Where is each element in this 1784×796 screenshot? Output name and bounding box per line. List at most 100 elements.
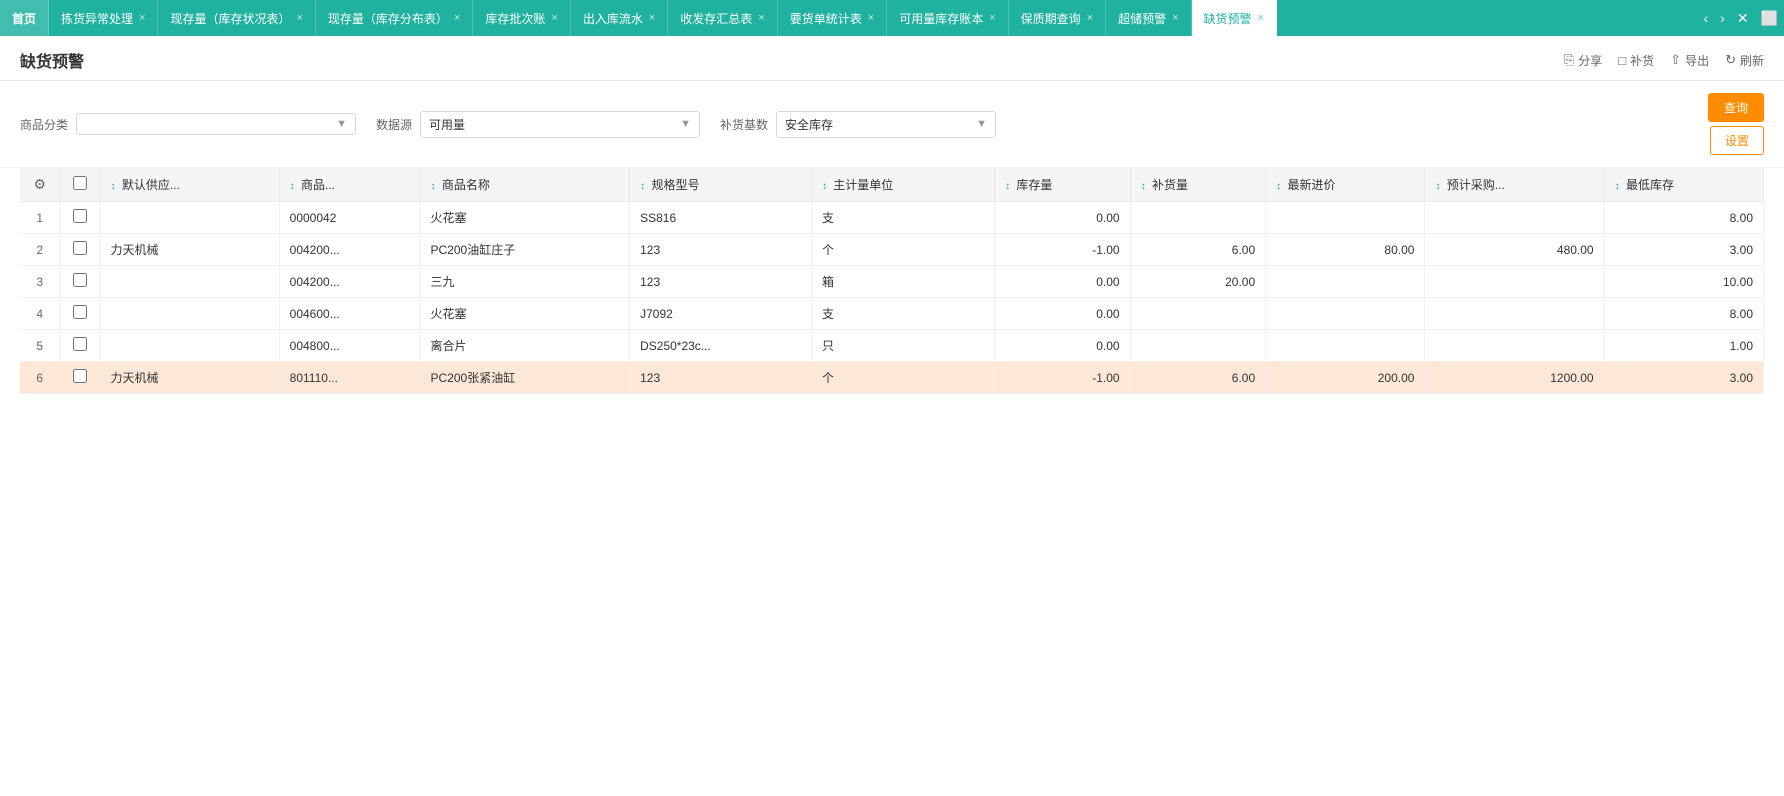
main-content: 缺货预警 ⎘ 分享 □ 补货 ⇧ 导出 ↻ 刷新 商品分类 [0, 36, 1784, 796]
tab-close-all-btn[interactable]: ✕ [1731, 0, 1755, 36]
category-select[interactable]: ▼ [76, 113, 356, 135]
row-checkbox[interactable] [73, 305, 87, 319]
col-product-name[interactable]: ↕ 商品名称 [420, 168, 630, 202]
replenish-base-select[interactable]: 安全库存 ▼ [776, 111, 996, 138]
tab-close-stock-dist[interactable]: × [454, 12, 460, 24]
tab-overstock[interactable]: 超储预警 × [1106, 0, 1191, 36]
tab-close-receipt-summary[interactable]: × [758, 12, 764, 24]
tab-home[interactable]: 首页 [0, 0, 49, 36]
col-replenish-qty[interactable]: ↕ 补货量 [1130, 168, 1266, 202]
row-supplier [100, 330, 279, 362]
col-spec[interactable]: ↕ 规格型号 [630, 168, 812, 202]
row-spec: SS816 [630, 202, 812, 234]
tab-stock-dist[interactable]: 现存量（库存分布表） × [316, 0, 473, 36]
share-button[interactable]: ⎘ 分享 [1564, 52, 1602, 69]
tab-next-btn[interactable]: › [1714, 0, 1731, 36]
row-stock: -1.00 [995, 362, 1131, 394]
replenish-button[interactable]: □ 补货 [1618, 52, 1654, 69]
tab-close-overstock[interactable]: × [1172, 12, 1178, 24]
export-button[interactable]: ⇧ 导出 [1670, 52, 1709, 69]
replenish-base-label: 补货基数 [720, 116, 768, 133]
table-row: 5 004800... 离合片 DS250*23c... 只 0.00 1.00 [20, 330, 1764, 362]
row-checkbox[interactable] [73, 241, 87, 255]
select-all-checkbox[interactable] [73, 176, 87, 190]
col-latest-price[interactable]: ↕ 最新进价 [1266, 168, 1425, 202]
sort-icon-supplier: ↕ [111, 181, 116, 192]
row-replenish-qty [1130, 330, 1266, 362]
row-checkbox[interactable] [73, 209, 87, 223]
row-product-code: 004800... [279, 330, 420, 362]
row-checkbox-cell[interactable] [60, 298, 100, 330]
col-checkbox[interactable] [60, 168, 100, 202]
row-min-stock: 1.00 [1604, 330, 1763, 362]
sort-icon-price: ↕ [1276, 181, 1281, 192]
col-min-stock[interactable]: ↕ 最低库存 [1604, 168, 1763, 202]
col-product-code[interactable]: ↕ 商品... [279, 168, 420, 202]
tab-shortage[interactable]: 缺货预警 × [1192, 0, 1277, 36]
row-replenish-qty: 20.00 [1130, 266, 1266, 298]
refresh-button[interactable]: ↻ 刷新 [1725, 52, 1764, 69]
row-checkbox-cell[interactable] [60, 234, 100, 266]
sort-icon-code: ↕ [290, 181, 295, 192]
table-row: 2 力天机械 004200... PC200油缸庄子 123 个 -1.00 6… [20, 234, 1764, 266]
row-latest-price: 200.00 [1266, 362, 1425, 394]
refresh-icon: ↻ [1725, 52, 1736, 68]
shortage-table: ⚙ ↕ 默认供应... ↕ 商品... ↕ 商品名称 [20, 168, 1764, 394]
row-checkbox[interactable] [73, 337, 87, 351]
tab-receipt-summary[interactable]: 收发存汇总表 × [668, 0, 777, 36]
col-settings[interactable]: ⚙ [20, 168, 60, 202]
row-min-stock: 8.00 [1604, 202, 1763, 234]
tab-close-inout-flow[interactable]: × [649, 12, 655, 24]
row-checkbox-cell[interactable] [60, 362, 100, 394]
row-checkbox[interactable] [73, 369, 87, 383]
sort-icon-min-stock: ↕ [1615, 181, 1620, 192]
tab-close-shortage[interactable]: × [1258, 12, 1264, 24]
datasource-filter-group: 数据源 可用量 ▼ [376, 111, 700, 138]
tab-available-ledger[interactable]: 可用量库存账本 × [887, 0, 1008, 36]
replenish-base-value: 安全库存 [785, 116, 833, 133]
tab-close-expiry[interactable]: × [1087, 12, 1093, 24]
tab-close-available-ledger[interactable]: × [989, 12, 995, 24]
tab-batch[interactable]: 库存批次账 × [473, 0, 570, 36]
row-checkbox-cell[interactable] [60, 330, 100, 362]
row-min-stock: 3.00 [1604, 362, 1763, 394]
row-est-purchase: 480.00 [1425, 234, 1604, 266]
tab-inout-flow[interactable]: 出入库流水 × [571, 0, 668, 36]
tab-close-order-stats[interactable]: × [868, 12, 874, 24]
row-index: 2 [20, 234, 60, 266]
col-default-supplier[interactable]: ↕ 默认供应... [100, 168, 279, 202]
row-latest-price [1266, 330, 1425, 362]
tab-order-stats[interactable]: 要货单统计表 × [778, 0, 887, 36]
datasource-select[interactable]: 可用量 ▼ [420, 111, 700, 138]
tab-nav-buttons: ‹ › ✕ ⬜ [1697, 0, 1784, 36]
tab-picking[interactable]: 拣货异常处理 × [49, 0, 158, 36]
tab-prev-btn[interactable]: ‹ [1697, 0, 1714, 36]
tab-close-picking[interactable]: × [139, 12, 145, 24]
row-spec: J7092 [630, 298, 812, 330]
row-index: 4 [20, 298, 60, 330]
row-supplier [100, 266, 279, 298]
row-product-name: PC200张紧油缸 [420, 362, 630, 394]
share-icon: ⎘ [1564, 52, 1574, 68]
col-est-purchase[interactable]: ↕ 预计采购... [1425, 168, 1604, 202]
table-row: 3 004200... 三九 123 箱 0.00 20.00 10.00 [20, 266, 1764, 298]
tab-maximize-btn[interactable]: ⬜ [1755, 0, 1784, 36]
tab-close-batch[interactable]: × [551, 12, 557, 24]
row-replenish-qty: 6.00 [1130, 234, 1266, 266]
tab-close-stock-status[interactable]: × [296, 12, 302, 24]
query-button[interactable]: 查询 [1708, 93, 1764, 122]
row-spec: 123 [630, 362, 812, 394]
col-stock[interactable]: ↕ 库存量 [995, 168, 1131, 202]
tab-expiry[interactable]: 保质期查询 × [1009, 0, 1106, 36]
tab-stock-status[interactable]: 现存量（库存状况表） × [158, 0, 315, 36]
datasource-chevron-icon: ▼ [680, 118, 691, 130]
table-body: 1 0000042 火花塞 SS816 支 0.00 8.00 2 力天机械 0… [20, 202, 1764, 394]
row-replenish-qty [1130, 202, 1266, 234]
row-checkbox[interactable] [73, 273, 87, 287]
col-unit[interactable]: ↕ 主计量单位 [811, 168, 994, 202]
row-checkbox-cell[interactable] [60, 202, 100, 234]
settings-button[interactable]: 设置 [1710, 126, 1764, 155]
row-checkbox-cell[interactable] [60, 266, 100, 298]
row-index: 3 [20, 266, 60, 298]
table-container: ⚙ ↕ 默认供应... ↕ 商品... ↕ 商品名称 [0, 168, 1784, 394]
